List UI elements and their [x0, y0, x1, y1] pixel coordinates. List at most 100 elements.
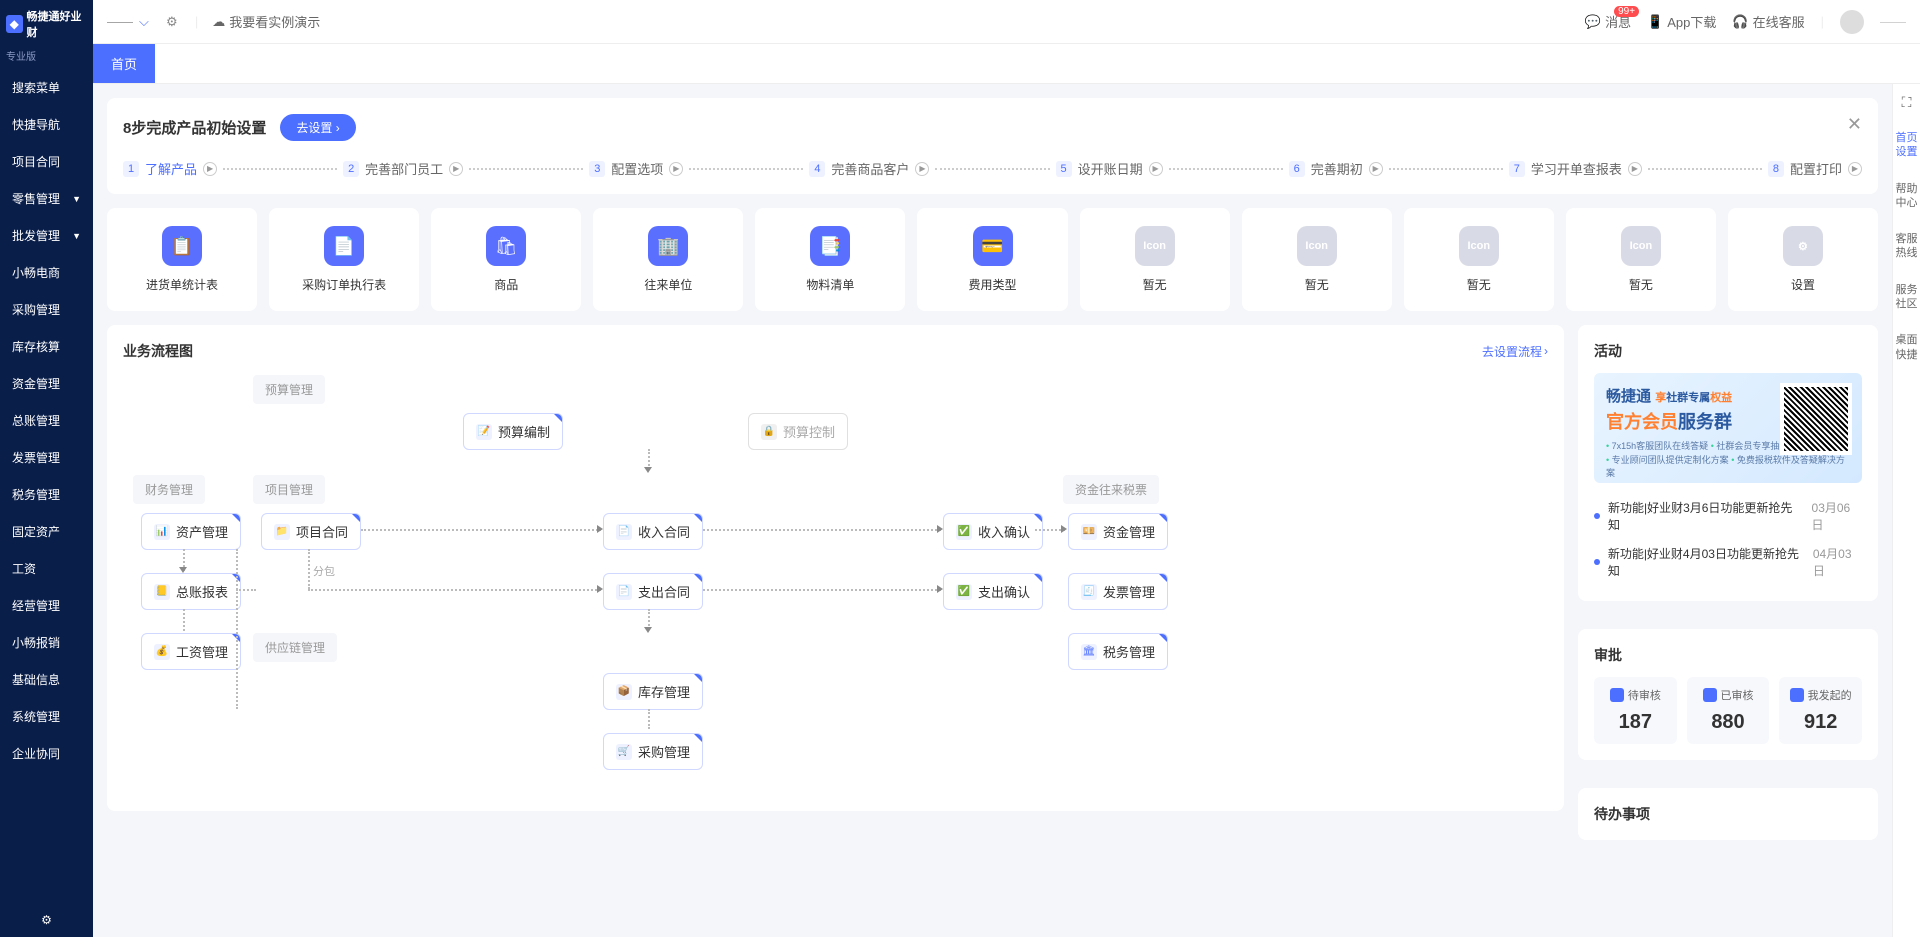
activity-item-0[interactable]: 新功能|好业财3月6日功能更新抢先知03月06日 — [1594, 493, 1862, 539]
node-proj-contract[interactable]: 📁项目合同 — [261, 513, 361, 550]
sidebar-item-10[interactable]: 发票管理 — [0, 439, 93, 476]
qr-code — [1780, 383, 1852, 455]
rail-community[interactable]: 服务 社区 — [1894, 281, 1920, 314]
cloud-icon: ☁ — [212, 14, 225, 30]
sidebar-item-18[interactable]: 企业协同 — [0, 735, 93, 772]
play-icon: ▶ — [1628, 162, 1642, 176]
approval-title: 审批 — [1594, 645, 1862, 665]
close-icon[interactable]: ✕ — [1847, 114, 1862, 135]
quick-item-10[interactable]: ⚙设置 — [1728, 208, 1878, 311]
sidebar-item-15[interactable]: 小畅报销 — [0, 624, 93, 661]
avatar[interactable] — [1840, 10, 1864, 34]
sidebar-item-6[interactable]: 采购管理 — [0, 291, 93, 328]
approval-card-1[interactable]: 已审核880 — [1687, 677, 1770, 744]
play-icon: ▶ — [449, 162, 463, 176]
setup-button[interactable]: 去设置 › — [280, 114, 355, 141]
quick-item-4[interactable]: 📑物料清单 — [755, 208, 905, 311]
sidebar-item-1[interactable]: 快捷导航 — [0, 106, 93, 143]
node-budget-ctrl[interactable]: 🔒预算控制 — [748, 413, 848, 450]
quick-item-9[interactable]: Icon暂无 — [1566, 208, 1716, 311]
demo-link[interactable]: ☁ 我要看实例演示 — [212, 12, 320, 31]
rail-home-settings[interactable]: 首页 设置 — [1894, 129, 1920, 162]
service-button[interactable]: 🎧 在线客服 — [1732, 12, 1804, 31]
node-salary[interactable]: 💰工资管理 — [141, 633, 241, 670]
node-expense-contract[interactable]: 📄支出合同 — [603, 573, 703, 610]
node-ledger[interactable]: 📒总账报表 — [141, 573, 241, 610]
play-icon: ▶ — [915, 162, 929, 176]
approval-icon — [1790, 688, 1804, 702]
sidebar-item-17[interactable]: 系统管理 — [0, 698, 93, 735]
sidebar-item-12[interactable]: 固定资产 — [0, 513, 93, 550]
node-budget-edit[interactable]: 📝预算编制 — [463, 413, 563, 450]
quick-item-6[interactable]: Icon暂无 — [1080, 208, 1230, 311]
setup-step-4[interactable]: 4完善商品客户▶ — [809, 159, 929, 178]
quick-icon: 📄 — [324, 226, 364, 266]
node-income-confirm[interactable]: ✅收入确认 — [943, 513, 1043, 550]
chevron-down-icon: ▼ — [72, 231, 81, 241]
sidebar-item-0[interactable]: 搜索菜单 — [0, 69, 93, 106]
rail-help[interactable]: 帮助 中心 — [1894, 180, 1920, 213]
quick-icon: 🛍 — [486, 226, 526, 266]
quick-item-5[interactable]: 💳费用类型 — [917, 208, 1067, 311]
setup-step-5[interactable]: 5设开账日期▶ — [1056, 159, 1163, 178]
gear-icon[interactable]: ⚙ — [163, 13, 181, 31]
play-icon: ▶ — [669, 162, 683, 176]
node-expense-confirm[interactable]: ✅支出确认 — [943, 573, 1043, 610]
group-supply: 供应链管理 — [253, 633, 337, 662]
sidebar-item-9[interactable]: 总账管理 — [0, 402, 93, 439]
todo-title: 待办事项 — [1594, 804, 1862, 824]
quick-icon: ⚙ — [1783, 226, 1823, 266]
topbar: —— ⌵ ⚙ | ☁ 我要看实例演示 💬 消息 99+ 📱 App下 — [93, 0, 1920, 44]
sidebar-item-14[interactable]: 经营管理 — [0, 587, 93, 624]
setup-step-3[interactable]: 3配置选项▶ — [589, 159, 683, 178]
quick-item-0[interactable]: 📋进货单统计表 — [107, 208, 257, 311]
expand-icon[interactable]: ⛶ — [1902, 94, 1912, 111]
node-asset[interactable]: 📊资产管理 — [141, 513, 241, 550]
quick-item-2[interactable]: 🛍商品 — [431, 208, 581, 311]
sidebar-item-16[interactable]: 基础信息 — [0, 661, 93, 698]
quick-item-3[interactable]: 🏢往来单位 — [593, 208, 743, 311]
approval-card-0[interactable]: 待审核187 — [1594, 677, 1677, 744]
node-purchase[interactable]: 🛒采购管理 — [603, 733, 703, 770]
message-button[interactable]: 💬 消息 99+ — [1585, 12, 1631, 31]
org-selector[interactable]: —— ⌵ — [107, 14, 149, 30]
rail-cs[interactable]: 客服 热线 — [1894, 230, 1920, 263]
setup-step-8[interactable]: 8配置打印▶ — [1768, 159, 1862, 178]
quick-item-8[interactable]: Icon暂无 — [1404, 208, 1554, 311]
activity-item-1[interactable]: 新功能|好业财4月03日功能更新抢先知04月03日 — [1594, 539, 1862, 585]
sidebar-settings[interactable]: ⚙ — [0, 903, 93, 937]
approval-card-2[interactable]: 我发起的912 — [1779, 677, 1862, 744]
promo-banner[interactable]: 畅捷通 享社群专属权益 官方会员服务群 7x15h客服团队在线答疑 社群会员专享… — [1594, 373, 1862, 483]
sidebar-item-5[interactable]: 小畅电商 — [0, 254, 93, 291]
sidebar-item-2[interactable]: 项目合同 — [0, 143, 93, 180]
setup-step-1[interactable]: 1了解产品▶ — [123, 159, 217, 178]
setup-step-7[interactable]: 7学习开单查报表▶ — [1509, 159, 1642, 178]
play-icon: ▶ — [1848, 162, 1862, 176]
headset-icon: 🎧 — [1732, 14, 1748, 30]
flow-config-link[interactable]: 去设置流程 › — [1482, 343, 1548, 360]
setup-step-2[interactable]: 2完善部门员工▶ — [343, 159, 463, 178]
node-tax[interactable]: 🏛税务管理 — [1068, 633, 1168, 670]
node-stock[interactable]: 📦库存管理 — [603, 673, 703, 710]
sidebar-item-3[interactable]: 零售管理▼ — [0, 180, 93, 217]
setup-step-6[interactable]: 6完善期初▶ — [1289, 159, 1383, 178]
node-invoice[interactable]: 🧾发票管理 — [1068, 573, 1168, 610]
node-fund[interactable]: 💴资金管理 — [1068, 513, 1168, 550]
quick-item-7[interactable]: Icon暂无 — [1242, 208, 1392, 311]
group-finance: 财务管理 — [133, 475, 205, 504]
node-income-contract[interactable]: 📄收入合同 — [603, 513, 703, 550]
quick-item-1[interactable]: 📄采购订单执行表 — [269, 208, 419, 311]
logo-text: 畅捷通好业财 — [27, 8, 88, 40]
group-project: 项目管理 — [253, 475, 325, 504]
tab-home[interactable]: 首页 — [93, 44, 155, 83]
download-button[interactable]: 📱 App下载 — [1647, 12, 1716, 31]
tabs: 首页 — [93, 44, 1920, 84]
sidebar-item-11[interactable]: 税务管理 — [0, 476, 93, 513]
sidebar-item-13[interactable]: 工资 — [0, 550, 93, 587]
sidebar-item-8[interactable]: 资金管理 — [0, 365, 93, 402]
rail-desktop[interactable]: 桌面 快捷 — [1894, 331, 1920, 364]
sidebar-item-4[interactable]: 批发管理▼ — [0, 217, 93, 254]
quick-icon: 📑 — [810, 226, 850, 266]
sidebar: ◆ 畅捷通好业财 专业版 搜索菜单快捷导航项目合同零售管理▼批发管理▼小畅电商采… — [0, 0, 93, 937]
sidebar-item-7[interactable]: 库存核算 — [0, 328, 93, 365]
